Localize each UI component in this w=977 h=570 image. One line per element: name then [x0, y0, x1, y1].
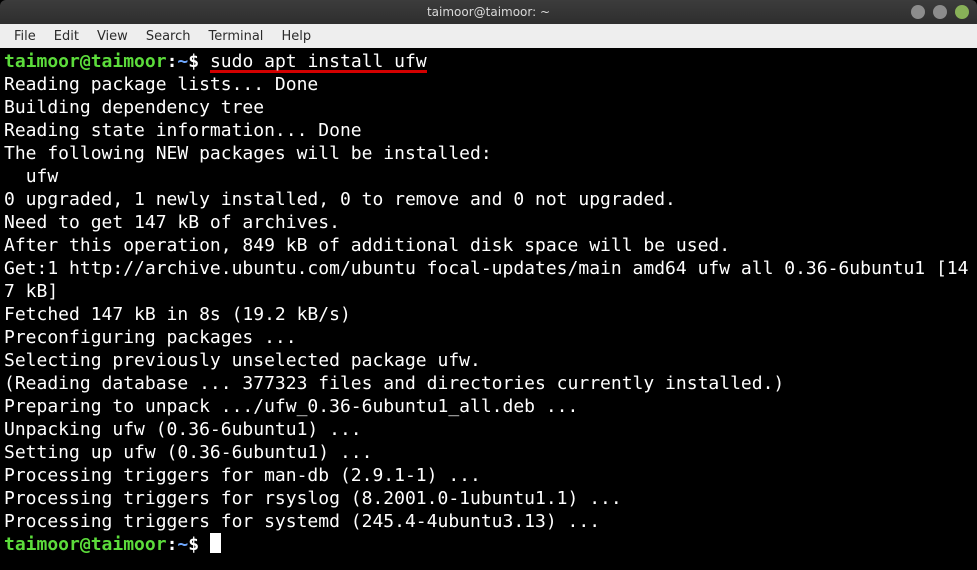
terminal-area[interactable]: taimoor@taimoor:~$ sudo apt install ufwR…: [0, 48, 977, 570]
prompt-symbol: $: [188, 534, 199, 555]
output-line: Preparing to unpack .../ufw_0.36-6ubuntu…: [4, 395, 973, 418]
output-line: Preconfiguring packages ...: [4, 326, 973, 349]
output-line: 0 upgraded, 1 newly installed, 0 to remo…: [4, 188, 973, 211]
prompt-symbol: $: [188, 51, 199, 72]
output-line: Processing triggers for man-db (2.9.1-1)…: [4, 464, 973, 487]
terminal-output: Reading package lists... DoneBuilding de…: [4, 73, 973, 533]
menubar: File Edit View Search Terminal Help: [0, 24, 977, 48]
output-line: Get:1 http://archive.ubuntu.com/ubuntu f…: [4, 257, 973, 303]
output-line: Reading package lists... Done: [4, 73, 973, 96]
titlebar[interactable]: taimoor@taimoor: ~: [0, 0, 977, 24]
output-line: Processing triggers for systemd (245.4-4…: [4, 510, 973, 533]
menu-search[interactable]: Search: [138, 27, 199, 46]
menu-view[interactable]: View: [89, 27, 136, 46]
prompt-user-host: taimoor@taimoor: [4, 534, 167, 555]
output-line: Setting up ufw (0.36-6ubuntu1) ...: [4, 441, 973, 464]
command-annotated: sudo apt install ufw: [210, 51, 427, 72]
output-line: (Reading database ... 377323 files and d…: [4, 372, 973, 395]
output-line: Fetched 147 kB in 8s (19.2 kB/s): [4, 303, 973, 326]
output-line: After this operation, 849 kB of addition…: [4, 234, 973, 257]
minimize-button[interactable]: [911, 5, 925, 19]
output-line: Unpacking ufw (0.36-6ubuntu1) ...: [4, 418, 973, 441]
output-line: ufw: [4, 165, 973, 188]
output-line: Reading state information... Done: [4, 119, 973, 142]
output-line: Processing triggers for rsyslog (8.2001.…: [4, 487, 973, 510]
prompt-path: ~: [177, 534, 188, 555]
terminal-window: taimoor@taimoor: ~ File Edit View Search…: [0, 0, 977, 570]
menu-help[interactable]: Help: [273, 27, 319, 46]
menu-terminal[interactable]: Terminal: [200, 27, 271, 46]
output-line: Need to get 147 kB of archives.: [4, 211, 973, 234]
output-line: Building dependency tree: [4, 96, 973, 119]
prompt-line-2: taimoor@taimoor:~$: [4, 533, 973, 556]
prompt-separator: :: [167, 534, 178, 555]
prompt-separator: :: [167, 51, 178, 72]
window-controls: [911, 5, 977, 19]
prompt-user-host: taimoor@taimoor: [4, 51, 167, 72]
text-cursor: [210, 533, 221, 553]
output-line: The following NEW packages will be insta…: [4, 142, 973, 165]
prompt-path: ~: [177, 51, 188, 72]
menu-edit[interactable]: Edit: [46, 27, 87, 46]
output-line: Selecting previously unselected package …: [4, 349, 973, 372]
menu-file[interactable]: File: [6, 27, 44, 46]
close-button[interactable]: [955, 5, 969, 19]
prompt-line: taimoor@taimoor:~$ sudo apt install ufw: [4, 50, 973, 73]
maximize-button[interactable]: [933, 5, 947, 19]
window-title: taimoor@taimoor: ~: [0, 5, 977, 19]
command-text: sudo apt install ufw: [210, 51, 427, 72]
